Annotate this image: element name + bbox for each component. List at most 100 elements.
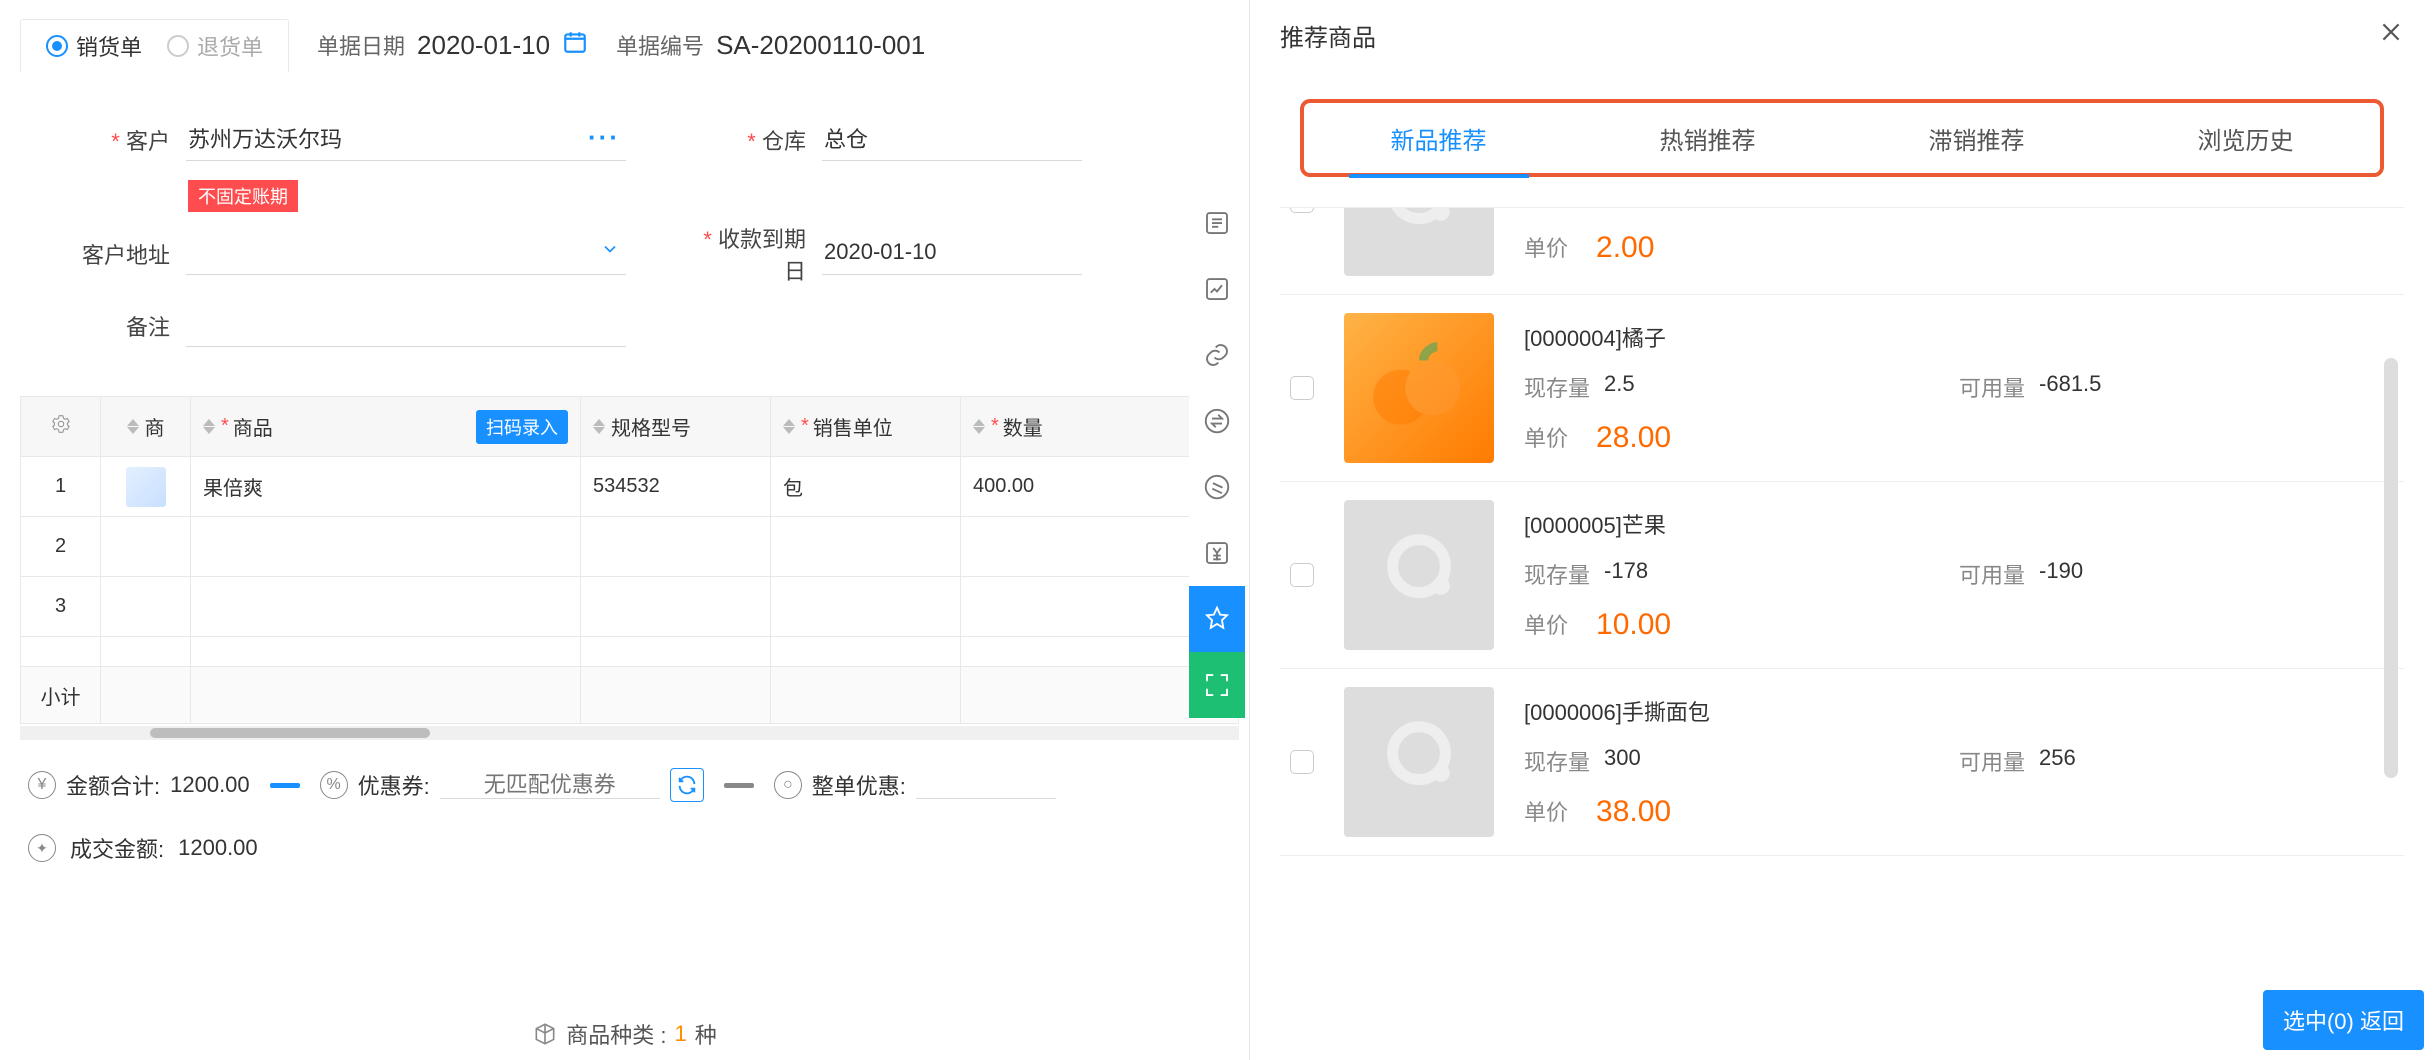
more-icon[interactable]: ··· [588, 122, 620, 153]
chart-icon[interactable] [1189, 256, 1245, 322]
product-row[interactable]: 250ml现存量19952可用量19903单价2.00 [1280, 207, 2404, 295]
stock-label: 现存量 [1524, 207, 1590, 213]
col-product[interactable]: *商品扫码录入 [191, 397, 581, 456]
chevron-down-icon[interactable] [600, 239, 620, 265]
product-thumb [1344, 687, 1494, 837]
avail-label: 可用量 [1959, 745, 2025, 777]
currency-icon[interactable] [1189, 520, 1245, 586]
col-spec[interactable]: 规格型号 [581, 397, 771, 456]
tab-hot[interactable]: 热销推荐 [1573, 121, 1842, 156]
vertical-scrollbar[interactable] [2384, 358, 2398, 778]
customer-input[interactable]: 苏州万达沃尔玛 ··· [186, 119, 626, 161]
avail-label: 可用量 [1959, 558, 2025, 590]
tab-sales[interactable]: 销货单 [46, 30, 142, 62]
calendar-icon[interactable] [562, 29, 588, 61]
orange-icon [1364, 333, 1474, 443]
warehouse-input[interactable]: 总仓 [822, 119, 1082, 161]
stock-value: 2.5 [1604, 371, 1635, 403]
price-label: 单价 [1524, 421, 1568, 455]
box-icon [532, 1021, 558, 1047]
price-value: 10.00 [1596, 608, 1671, 642]
select-checkbox[interactable] [1290, 376, 1314, 400]
discount-icon: ○ [774, 771, 802, 799]
list-icon[interactable] [1189, 190, 1245, 256]
table-row[interactable]: 2 [21, 517, 1238, 577]
customer-label: 客户 [50, 124, 170, 156]
dash-icon [724, 783, 754, 788]
coupon-input[interactable] [440, 772, 660, 799]
price-value: 2.00 [1596, 231, 1654, 265]
final-icon: ✦ [28, 834, 56, 862]
subtotal-label: 小计 [21, 667, 101, 723]
bill-date-value[interactable]: 2020-01-10 [417, 30, 550, 61]
due-label: 收款到期日 [686, 222, 806, 286]
table-row[interactable]: 1 果倍爽 534532 包 400.00 [21, 457, 1238, 517]
items-grid: 商 *商品扫码录入 规格型号 *销售单位 *数量 1 果倍爽 534532 包 … [20, 396, 1239, 724]
whole-discount-input[interactable] [916, 772, 1056, 799]
bill-type-tabs: 销货单 退货单 [20, 19, 289, 72]
close-icon[interactable] [2378, 19, 2404, 52]
sku-count: 1 [674, 1021, 686, 1047]
grid-settings[interactable] [21, 397, 101, 456]
product-title: [0000006]手撕面包 [1524, 695, 2394, 727]
coupon-icon: % [320, 771, 348, 799]
remark-input[interactable] [186, 305, 626, 347]
product-thumb [1344, 313, 1494, 463]
product-unit: 包 [771, 457, 961, 516]
addr-input[interactable] [186, 233, 626, 275]
bill-date-label: 单据日期 [317, 29, 405, 61]
product-title: [0000005]芒果 [1524, 508, 2394, 540]
recommend-tabs: 新品推荐 热销推荐 滞销推荐 浏览历史 [1300, 99, 2384, 177]
radio-icon [46, 35, 68, 57]
table-row[interactable] [21, 637, 1238, 667]
reject-icon[interactable] [1189, 454, 1245, 520]
price-label: 单价 [1524, 608, 1568, 642]
stock-value: 300 [1604, 745, 1641, 777]
tab-sales-label: 销货单 [76, 30, 142, 62]
dash-icon [270, 783, 300, 788]
horizontal-scrollbar[interactable] [20, 726, 1239, 740]
stock-value: 19952 [1604, 207, 1665, 213]
selected-return-button[interactable]: 选中(0) 返回 [2263, 990, 2424, 1050]
select-checkbox[interactable] [1290, 563, 1314, 587]
recommend-list[interactable]: 250ml现存量19952可用量19903单价2.00[0000004]橘子现存… [1280, 207, 2404, 1060]
table-row[interactable]: 3 [21, 577, 1238, 637]
product-row[interactable]: [0000004]橘子现存量2.5可用量-681.5单价28.00 [1280, 295, 2404, 482]
product-row[interactable]: [0000005]芒果现存量-178可用量-190单价10.00 [1280, 482, 2404, 669]
product-title: [0000004]橘子 [1524, 321, 2394, 353]
tab-slow[interactable]: 滞销推荐 [1842, 121, 2111, 156]
select-checkbox[interactable] [1290, 750, 1314, 774]
tab-history[interactable]: 浏览历史 [2111, 121, 2380, 156]
avail-label: 可用量 [1959, 371, 2025, 403]
placeholder-icon [1364, 707, 1474, 817]
stock-label: 现存量 [1524, 558, 1590, 590]
avail-value: 19903 [2039, 207, 2100, 213]
expand-icon[interactable] [1189, 652, 1245, 718]
tab-return-label: 退货单 [197, 30, 263, 62]
due-input[interactable]: 2020-01-10 [822, 233, 1082, 275]
star-icon[interactable] [1189, 586, 1245, 652]
avail-value: -681.5 [2039, 371, 2101, 403]
col-qty[interactable]: *数量 [961, 397, 1081, 456]
warehouse-label: 仓库 [686, 124, 806, 156]
avail-value: 256 [2039, 745, 2076, 777]
select-checkbox[interactable] [1290, 207, 1314, 213]
side-toolbar [1189, 190, 1249, 718]
col-image[interactable]: 商 [101, 397, 191, 456]
product-thumb [1344, 207, 1494, 276]
stock-label: 现存量 [1524, 371, 1590, 403]
due-value: 2020-01-10 [824, 239, 937, 265]
col-unit[interactable]: *销售单位 [771, 397, 961, 456]
avail-value: -190 [2039, 558, 2083, 590]
bill-no-label: 单据编号 [616, 29, 704, 61]
refresh-button[interactable] [670, 768, 704, 802]
remark-label: 备注 [50, 310, 170, 342]
tab-new[interactable]: 新品推荐 [1304, 121, 1573, 156]
exchange-icon[interactable] [1189, 388, 1245, 454]
product-image [101, 457, 191, 516]
warehouse-value: 总仓 [824, 122, 868, 154]
product-row[interactable]: [0000006]手撕面包现存量300可用量256单价38.00 [1280, 669, 2404, 856]
tab-return[interactable]: 退货单 [167, 30, 263, 62]
scan-button[interactable]: 扫码录入 [476, 410, 568, 444]
link-icon[interactable] [1189, 322, 1245, 388]
